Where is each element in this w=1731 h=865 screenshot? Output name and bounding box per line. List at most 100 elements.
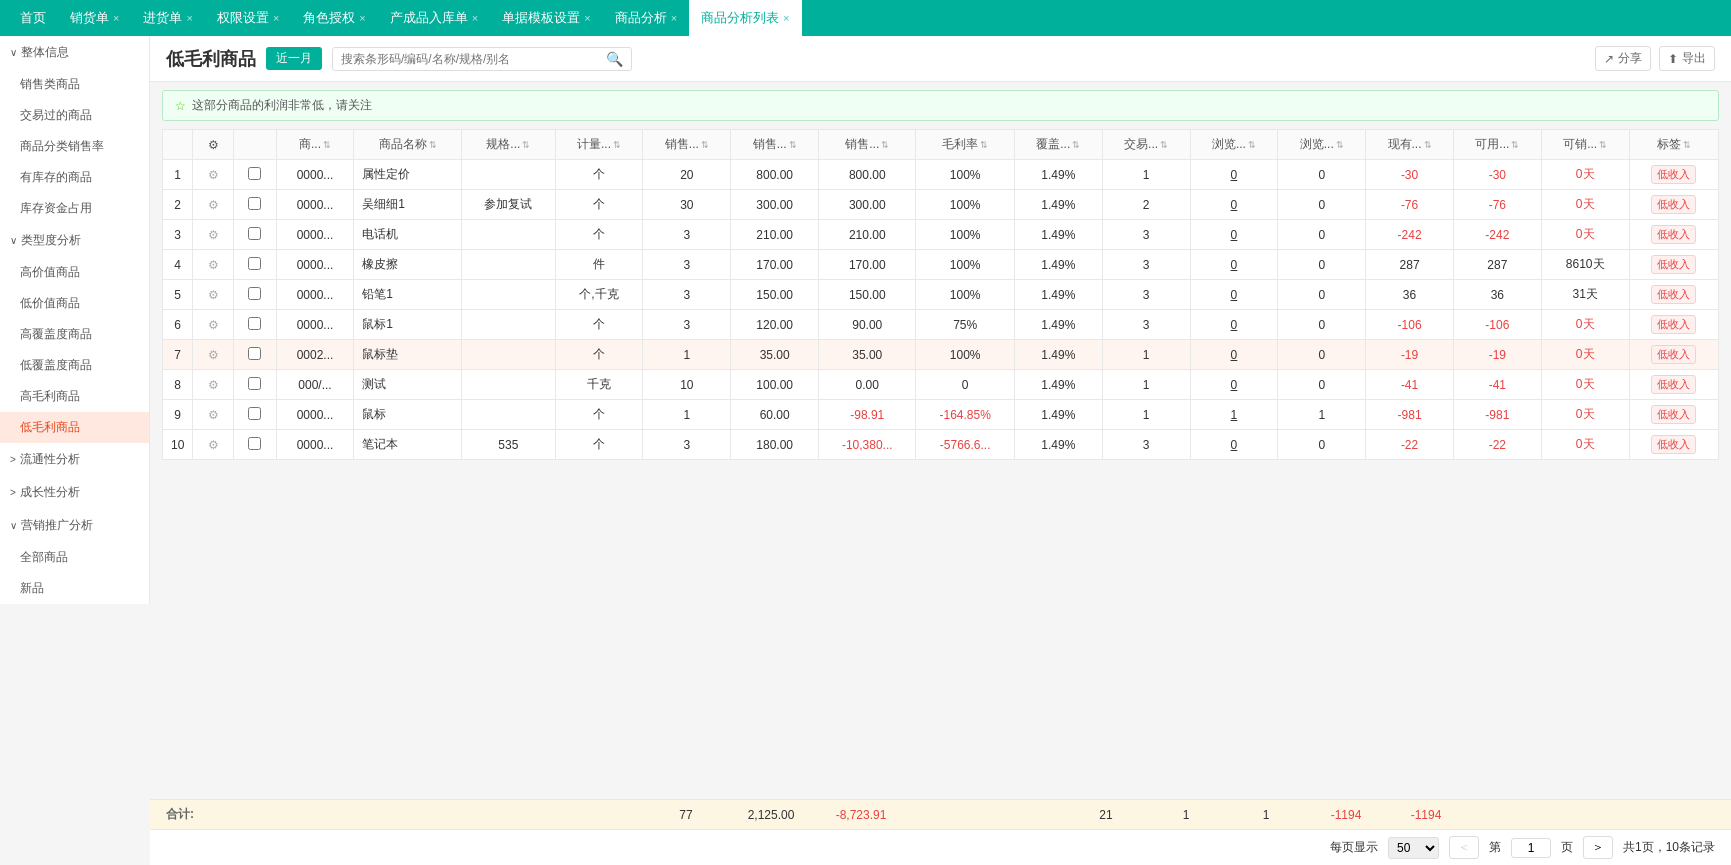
col-header-spec[interactable]: 规格...⇅ bbox=[462, 130, 556, 160]
col-header-gross_margin[interactable]: 毛利率⇅ bbox=[916, 130, 1014, 160]
sidebar-item-低价值商品[interactable]: 低价值商品 bbox=[0, 288, 149, 319]
close-icon[interactable]: × bbox=[186, 12, 192, 24]
close-icon[interactable]: × bbox=[671, 12, 677, 24]
prev-page-button[interactable]: ＜ bbox=[1449, 836, 1479, 859]
close-icon[interactable]: × bbox=[783, 12, 789, 24]
row-browse1[interactable]: 0 bbox=[1190, 280, 1278, 310]
row-checkbox[interactable] bbox=[233, 310, 276, 340]
row-browse1[interactable]: 0 bbox=[1190, 370, 1278, 400]
sidebar-item-有库存的商品[interactable]: 有库存的商品 bbox=[0, 162, 149, 193]
total-label: 合计: bbox=[166, 806, 226, 823]
col-header-tag[interactable]: 标签⇅ bbox=[1629, 130, 1718, 160]
col-header-browse2[interactable]: 浏览...⇅ bbox=[1278, 130, 1366, 160]
row-checkbox[interactable] bbox=[233, 430, 276, 460]
nav-item-商品分析列表[interactable]: 商品分析列表× bbox=[689, 0, 801, 36]
row-browse1[interactable]: 0 bbox=[1190, 340, 1278, 370]
group-arrow-icon: > bbox=[10, 454, 16, 465]
row-checkbox-input[interactable] bbox=[248, 287, 261, 300]
row-checkbox-input[interactable] bbox=[248, 167, 261, 180]
row-checkbox[interactable] bbox=[233, 250, 276, 280]
nav-item-角色授权[interactable]: 角色授权× bbox=[291, 0, 377, 36]
sort-icon: ⇅ bbox=[429, 140, 437, 150]
row-browse1[interactable]: 0 bbox=[1190, 220, 1278, 250]
page-size-select[interactable]: 50 20 100 bbox=[1388, 837, 1439, 859]
sidebar-group-成长性分析[interactable]: >成长性分析 bbox=[0, 476, 149, 509]
nav-item-销货单[interactable]: 销货单× bbox=[58, 0, 131, 36]
col-header-sellable[interactable]: 可销...⇅ bbox=[1541, 130, 1629, 160]
sidebar-item-高价值商品[interactable]: 高价值商品 bbox=[0, 257, 149, 288]
row-checkbox-input[interactable] bbox=[248, 257, 261, 270]
row-browse1[interactable]: 0 bbox=[1190, 160, 1278, 190]
sidebar-item-高覆盖度商品[interactable]: 高覆盖度商品 bbox=[0, 319, 149, 350]
export-button[interactable]: ⬆ 导出 bbox=[1659, 46, 1715, 71]
row-checkbox-input[interactable] bbox=[248, 407, 261, 420]
close-icon[interactable]: × bbox=[472, 12, 478, 24]
row-browse1[interactable]: 0 bbox=[1190, 250, 1278, 280]
row-browse1[interactable]: 0 bbox=[1190, 430, 1278, 460]
sidebar-item-低毛利商品[interactable]: 低毛利商品 bbox=[0, 412, 149, 443]
col-header-current_stock[interactable]: 现有...⇅ bbox=[1366, 130, 1454, 160]
sidebar-item-高毛利商品[interactable]: 高毛利商品 bbox=[0, 381, 149, 412]
col-header-name[interactable]: 商品名称⇅ bbox=[354, 130, 462, 160]
sidebar-item-库存资金占用[interactable]: 库存资金占用 bbox=[0, 193, 149, 224]
sidebar-item-低覆盖度商品[interactable]: 低覆盖度商品 bbox=[0, 350, 149, 381]
col-header-coverage[interactable]: 覆盖...⇅ bbox=[1014, 130, 1102, 160]
sidebar-group-整体信息[interactable]: ∨整体信息 bbox=[0, 36, 149, 69]
row-coverage: 1.49% bbox=[1014, 430, 1102, 460]
col-header-browse1[interactable]: 浏览...⇅ bbox=[1190, 130, 1278, 160]
row-checkbox[interactable] bbox=[233, 160, 276, 190]
close-icon[interactable]: × bbox=[113, 12, 119, 24]
search-input[interactable] bbox=[341, 52, 606, 66]
period-button[interactable]: 近一月 bbox=[266, 47, 322, 70]
nav-item-首页[interactable]: 首页 bbox=[8, 0, 58, 36]
row-checkbox[interactable] bbox=[233, 370, 276, 400]
row-checkbox[interactable] bbox=[233, 190, 276, 220]
col-header-available[interactable]: 可用...⇅ bbox=[1453, 130, 1541, 160]
next-page-button[interactable]: ＞ bbox=[1583, 836, 1613, 859]
nav-item-进货单[interactable]: 进货单× bbox=[131, 0, 204, 36]
close-icon[interactable]: × bbox=[273, 12, 279, 24]
row-checkbox-input[interactable] bbox=[248, 317, 261, 330]
sidebar-group-类型度分析[interactable]: ∨类型度分析 bbox=[0, 224, 149, 257]
sidebar-item-销售类商品[interactable]: 销售类商品 bbox=[0, 69, 149, 100]
close-icon[interactable]: × bbox=[359, 12, 365, 24]
row-checkbox-input[interactable] bbox=[248, 197, 261, 210]
sidebar-item-交易过的商品[interactable]: 交易过的商品 bbox=[0, 100, 149, 131]
nav-item-产成品入库单[interactable]: 产成品入库单× bbox=[378, 0, 490, 36]
sidebar-item-商品分类销售率[interactable]: 商品分类销售率 bbox=[0, 131, 149, 162]
close-icon[interactable]: × bbox=[584, 12, 590, 24]
row-gross-margin: 100% bbox=[916, 220, 1014, 250]
nav-item-单据模板设置[interactable]: 单据模板设置× bbox=[490, 0, 602, 36]
col-header-code[interactable]: 商...⇅ bbox=[276, 130, 353, 160]
col-header-sales_amount[interactable]: 销售...⇅ bbox=[819, 130, 916, 160]
row-checkbox-input[interactable] bbox=[248, 437, 261, 450]
page-input[interactable] bbox=[1511, 838, 1551, 858]
table-container: ⚙商...⇅商品名称⇅规格...⇅计量...⇅销售...⇅销售...⇅销售...… bbox=[150, 129, 1731, 799]
row-checkbox[interactable] bbox=[233, 340, 276, 370]
row-checkbox[interactable] bbox=[233, 220, 276, 250]
row-checkbox-input[interactable] bbox=[248, 227, 261, 240]
row-checkbox-input[interactable] bbox=[248, 347, 261, 360]
col-header-sales_price[interactable]: 销售...⇅ bbox=[731, 130, 819, 160]
row-checkbox[interactable] bbox=[233, 400, 276, 430]
row-browse1[interactable]: 0 bbox=[1190, 310, 1278, 340]
sidebar-group-营销推广分析[interactable]: ∨营销推广分析 bbox=[0, 509, 149, 542]
col-header-transaction[interactable]: 交易...⇅ bbox=[1102, 130, 1190, 160]
row-checkbox[interactable] bbox=[233, 280, 276, 310]
col-header-sales_qty[interactable]: 销售...⇅ bbox=[643, 130, 731, 160]
sidebar-item-全部商品[interactable]: 全部商品 bbox=[0, 542, 149, 573]
row-checkbox-input[interactable] bbox=[248, 377, 261, 390]
row-available: -19 bbox=[1453, 340, 1541, 370]
nav-item-权限设置[interactable]: 权限设置× bbox=[205, 0, 291, 36]
col-header-unit[interactable]: 计量...⇅ bbox=[555, 130, 643, 160]
sort-icon: ⇅ bbox=[1160, 140, 1168, 150]
row-browse1[interactable]: 0 bbox=[1190, 190, 1278, 220]
row-coverage: 1.49% bbox=[1014, 340, 1102, 370]
row-code: 0000... bbox=[276, 220, 353, 250]
row-available: -41 bbox=[1453, 370, 1541, 400]
sidebar-item-新品[interactable]: 新品 bbox=[0, 573, 149, 604]
row-browse1[interactable]: 1 bbox=[1190, 400, 1278, 430]
nav-item-商品分析[interactable]: 商品分析× bbox=[603, 0, 689, 36]
sidebar-group-流通性分析[interactable]: >流通性分析 bbox=[0, 443, 149, 476]
share-button[interactable]: ↗ 分享 bbox=[1595, 46, 1651, 71]
